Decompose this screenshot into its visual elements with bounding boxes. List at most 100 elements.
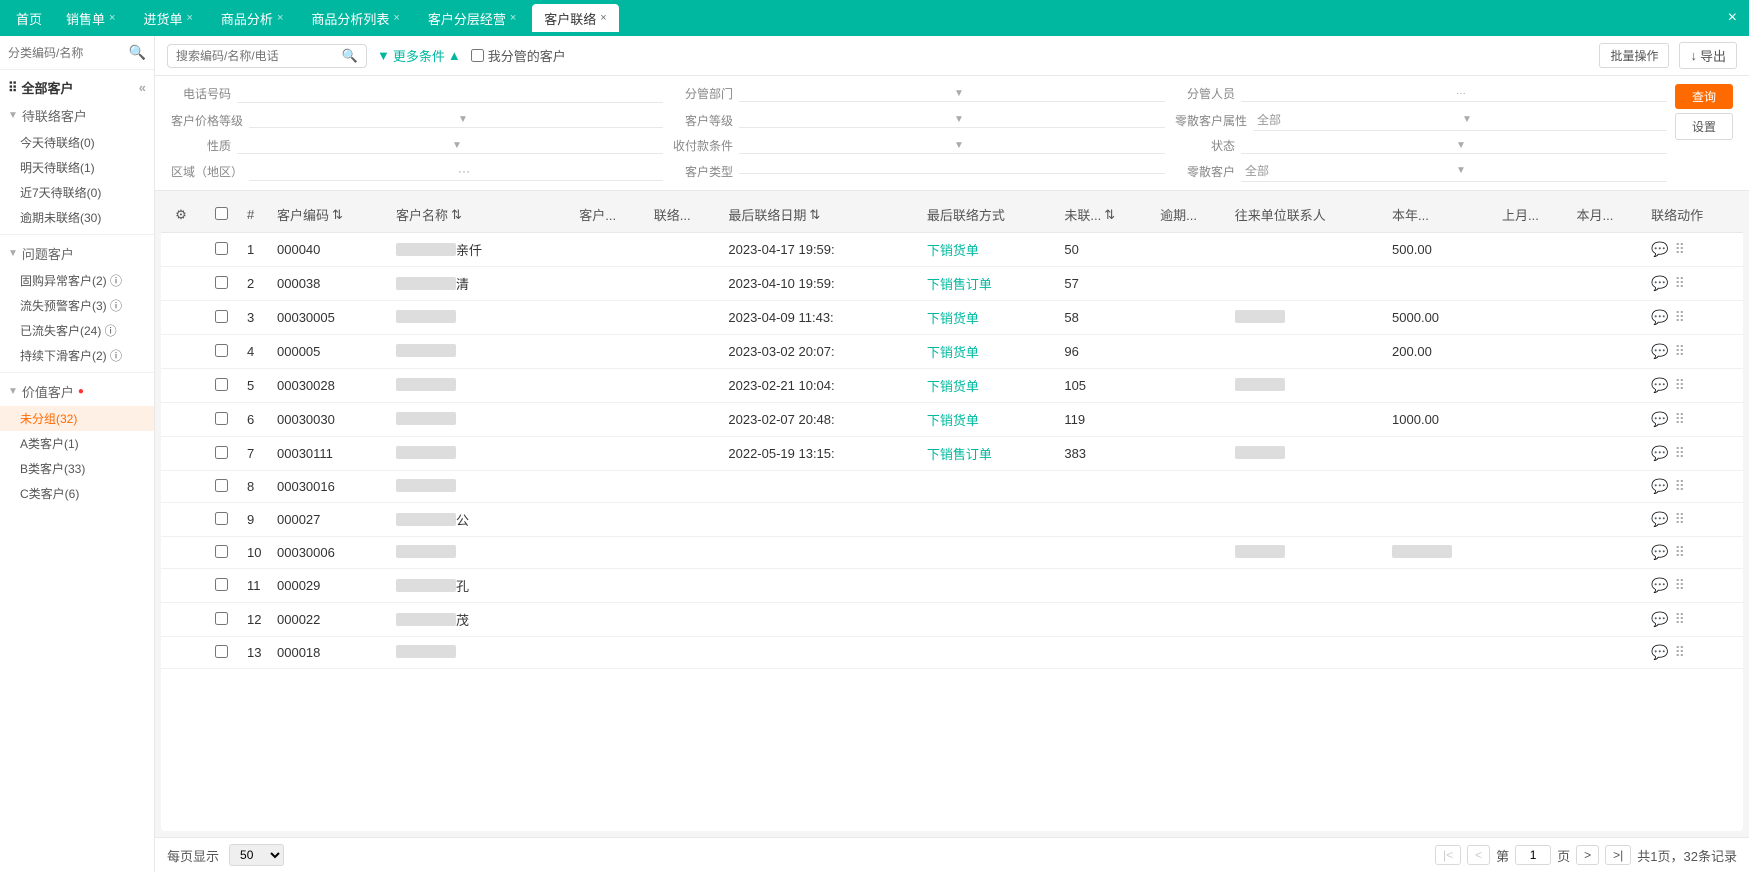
filter-customer-type-select[interactable] [739,169,1165,174]
cell-checkbox[interactable] [201,603,241,637]
export-btn[interactable]: ↓ 导出 [1679,42,1737,69]
row-checkbox[interactable] [215,512,228,525]
grid-action-icon[interactable]: ⠿ [1675,577,1685,594]
row-checkbox[interactable] [215,545,228,558]
grid-action-icon[interactable]: ⠿ [1675,275,1685,292]
sidebar-item-churn-warning[interactable]: 流失预警客户(3) ⓘ [0,293,154,318]
row-checkbox[interactable] [215,612,228,625]
next-page-btn[interactable]: > [1576,845,1599,865]
window-close[interactable]: × [1724,9,1741,27]
cell-checkbox[interactable] [201,369,241,403]
close-purchase-tab[interactable]: × [186,12,192,24]
col-code[interactable]: 客户编码⇅ [271,197,390,233]
tab-product-list[interactable]: 商品分析列表 × [299,4,411,32]
cell-checkbox[interactable] [201,471,241,503]
col-name[interactable]: 客户名称⇅ [390,197,573,233]
message-icon[interactable]: 💬 [1651,611,1668,628]
dots-icon[interactable]: ··· [454,164,659,178]
filter-retail-attr-select[interactable]: 全部 ▼ [1253,109,1667,131]
filter-region-select[interactable]: ··· [249,162,663,181]
message-icon[interactable]: 💬 [1651,577,1668,594]
cell-checkbox[interactable] [201,267,241,301]
message-icon[interactable]: 💬 [1651,343,1668,360]
cell-checkbox[interactable] [201,569,241,603]
filter-retail-customer-select[interactable]: 全部 ▼ [1241,160,1667,182]
sidebar-search-input[interactable] [8,46,125,60]
sidebar-item-class-b[interactable]: B类客户(33) [0,456,154,481]
select-all-checkbox[interactable] [215,207,228,220]
close-sales-tab[interactable]: × [109,12,115,24]
sidebar-group-value[interactable]: ▼ 价值客户 ● [0,377,154,406]
prev-page-btn[interactable]: < [1467,845,1490,865]
col-no-contact[interactable]: 未联...⇅ [1058,197,1154,233]
filter-more-btn[interactable]: ▼ 更多条件 ▲ [377,46,461,65]
cell-checkbox[interactable] [201,301,241,335]
grid-action-icon[interactable]: ⠿ [1675,644,1685,661]
filter-phone-input[interactable] [237,84,663,103]
row-checkbox[interactable] [215,344,228,357]
sidebar-group-pending[interactable]: ▼ 待联络客户 [0,101,154,130]
message-icon[interactable]: 💬 [1651,241,1668,258]
grid-action-icon[interactable]: ⠿ [1675,241,1685,258]
grid-action-icon[interactable]: ⠿ [1675,611,1685,628]
tab-customer-contact[interactable]: 客户联络 × [532,4,618,32]
sidebar-item-churned[interactable]: 已流失客户(24) ⓘ [0,318,154,343]
last-contact-link[interactable]: 下销货单 [927,345,979,360]
close-customer-layer-tab[interactable]: × [510,12,516,24]
filter-search-input[interactable] [176,49,338,63]
filter-payment-select[interactable]: ▼ [739,138,1165,154]
grid-action-icon[interactable]: ⠿ [1675,511,1685,528]
row-checkbox[interactable] [215,578,228,591]
last-contact-link[interactable]: 下销货单 [927,243,979,258]
filter-customer-level-select[interactable]: ▼ [739,112,1165,128]
row-checkbox[interactable] [215,645,228,658]
last-page-btn[interactable]: >| [1605,845,1631,865]
sidebar-item-abnormal[interactable]: 固购异常客户(2) ⓘ [0,268,154,293]
row-checkbox[interactable] [215,446,228,459]
col-last-date[interactable]: 最后联络日期⇅ [722,197,921,233]
sidebar-item-7days[interactable]: 近7天待联络(0) [0,180,154,205]
tab-customer-layer[interactable]: 客户分层经营 × [416,4,528,32]
tab-product-analysis[interactable]: 商品分析 × [209,4,295,32]
filter-status-select[interactable]: ▼ [1241,138,1667,154]
cell-checkbox[interactable] [201,335,241,369]
cell-checkbox[interactable] [201,437,241,471]
grid-action-icon[interactable]: ⠿ [1675,445,1685,462]
last-contact-link[interactable]: 下销售订单 [927,277,992,292]
row-checkbox[interactable] [215,242,228,255]
cell-checkbox[interactable] [201,637,241,669]
tab-purchase[interactable]: 进货单 × [131,4,204,32]
sidebar-item-ungroup[interactable]: 未分组(32) [0,406,154,431]
tab-sales[interactable]: 销售单 × [54,4,127,32]
grid-action-icon[interactable]: ⠿ [1675,309,1685,326]
message-icon[interactable]: 💬 [1651,275,1668,292]
row-checkbox[interactable] [215,412,228,425]
filter-dept-select[interactable]: ▼ [739,86,1165,102]
row-checkbox[interactable] [215,479,228,492]
query-btn[interactable]: 查询 [1675,84,1733,109]
message-icon[interactable]: 💬 [1651,511,1668,528]
message-icon[interactable]: 💬 [1651,478,1668,495]
filter-person-select[interactable]: ··· [1241,86,1667,102]
last-contact-link[interactable]: 下销货单 [927,413,979,428]
filter-price-level-select[interactable]: ▼ [249,112,663,128]
cell-checkbox[interactable] [201,233,241,267]
page-input[interactable] [1515,845,1551,865]
close-product-analysis-tab[interactable]: × [277,12,283,24]
my-customers-check[interactable] [471,49,484,62]
sidebar-item-declining[interactable]: 持续下滑客户(2) ⓘ [0,343,154,368]
message-icon[interactable]: 💬 [1651,544,1668,561]
sidebar-item-class-c[interactable]: C类客户(6) [0,481,154,506]
cell-checkbox[interactable] [201,537,241,569]
message-icon[interactable]: 💬 [1651,445,1668,462]
sidebar-group-problem[interactable]: ▼ 问题客户 [0,239,154,268]
message-icon[interactable]: 💬 [1651,309,1668,326]
sidebar-all-customers[interactable]: ⠿ 全部客户 « [0,70,154,101]
message-icon[interactable]: 💬 [1651,411,1668,428]
row-checkbox[interactable] [215,378,228,391]
col-checkbox[interactable] [201,197,241,233]
batch-operation-btn[interactable]: 批量操作 [1599,43,1669,68]
close-customer-contact-tab[interactable]: × [600,12,606,24]
last-contact-link[interactable]: 下销货单 [927,311,979,326]
grid-action-icon[interactable]: ⠿ [1675,544,1685,561]
